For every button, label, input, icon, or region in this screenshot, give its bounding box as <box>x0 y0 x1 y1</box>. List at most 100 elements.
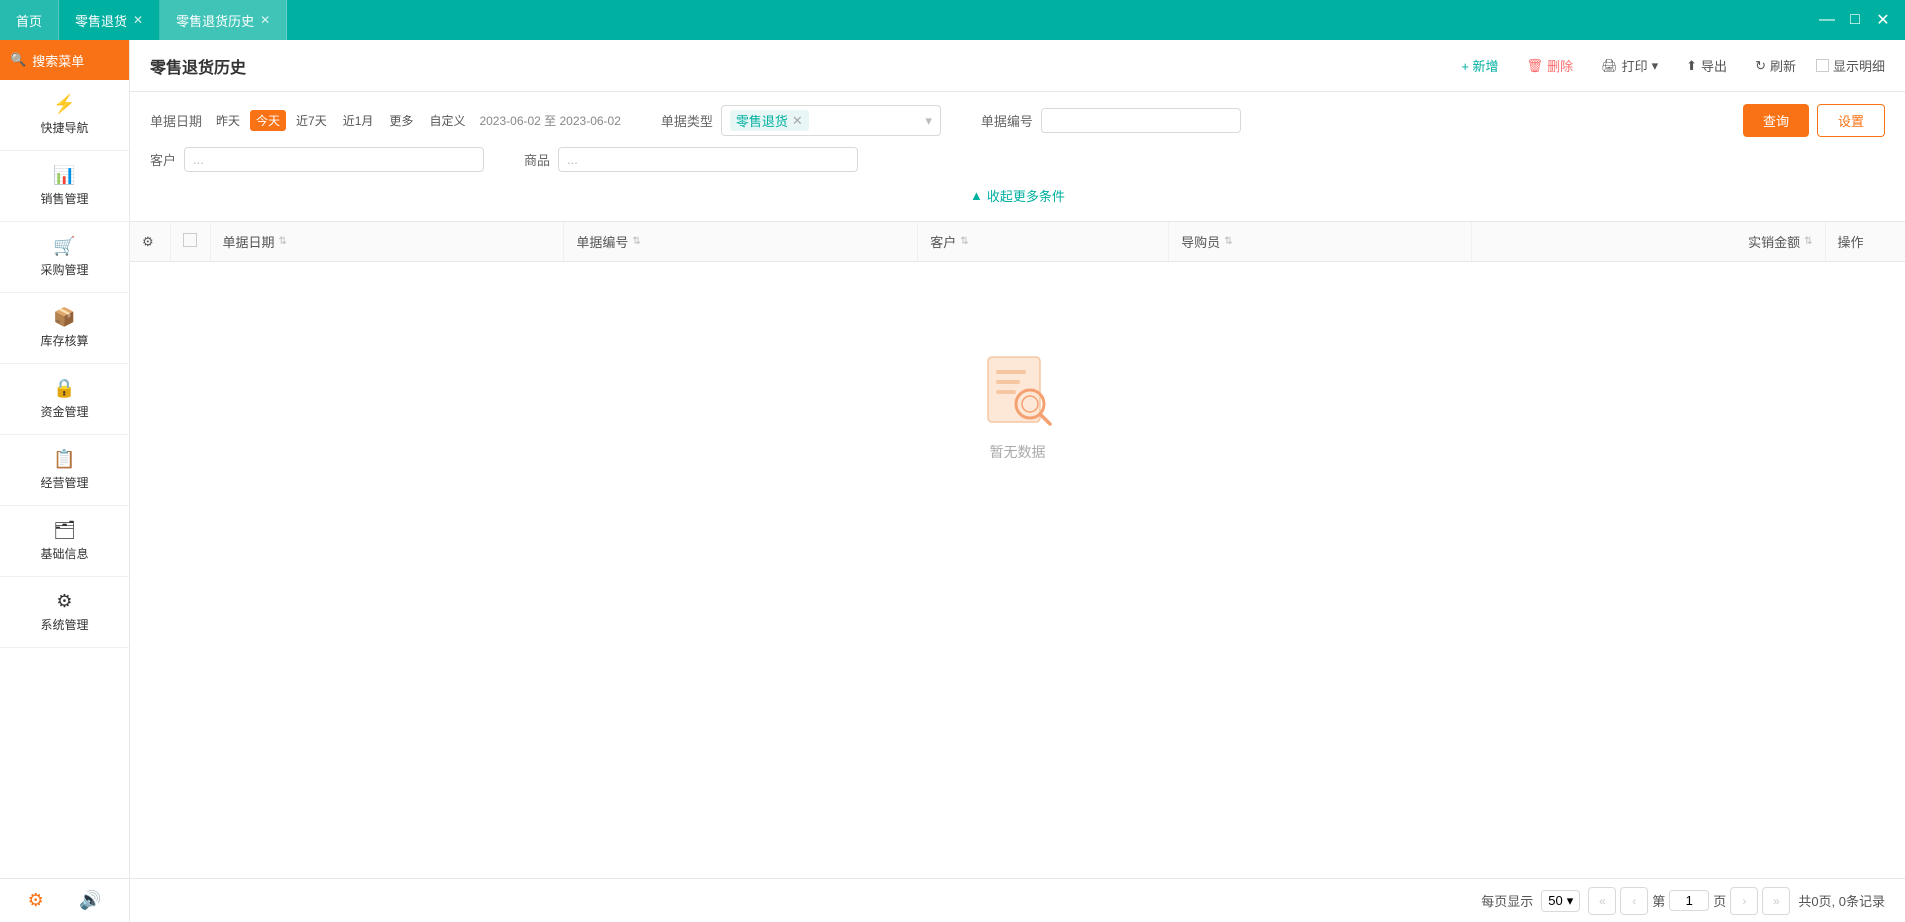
filter-row-2: 客户 ... 商品 ... <box>150 147 1885 172</box>
sidebar-item-finance-mgmt[interactable]: 🔒 资金管理 <box>0 364 129 435</box>
th-guide-sort[interactable]: ⇅ <box>1224 236 1232 247</box>
new-button[interactable]: + 新增 <box>1453 52 1506 79</box>
sidebar-item-sales-mgmt-label: 销售管理 <box>40 190 88 207</box>
operations-mgmt-icon: 📋 <box>53 449 75 470</box>
select-all-checkbox[interactable] <box>183 233 197 247</box>
export-button[interactable]: ⬆ 导出 <box>1678 52 1735 79</box>
th-action: 操作 <box>1825 222 1905 262</box>
th-number: 单据编号 ⇅ <box>564 222 918 262</box>
number-input[interactable] <box>1041 108 1241 133</box>
th-guide: 导购员 ⇅ <box>1169 222 1471 262</box>
page-unit: 页 <box>1713 891 1726 910</box>
goods-input[interactable]: ... <box>558 147 858 172</box>
table-header: ⚙ 单据日期 ⇅ 单据编号 <box>130 222 1905 262</box>
per-page-chevron: ▾ <box>1567 893 1574 909</box>
tab-retail-return-history-close[interactable]: ✕ <box>260 13 270 27</box>
date-btn-yesterday[interactable]: 昨天 <box>210 110 246 131</box>
sidebar-item-operations-mgmt[interactable]: 📋 经营管理 <box>0 435 129 506</box>
tab-retail-return[interactable]: 零售退货 ✕ <box>59 0 160 40</box>
sidebar-item-quick-nav[interactable]: ⚡ 快捷导航 <box>0 80 129 151</box>
date-btn-custom[interactable]: 自定义 <box>423 110 471 131</box>
sidebar-item-operations-mgmt-label: 经营管理 <box>40 474 88 491</box>
sidebar-item-base-info-label: 基础信息 <box>40 545 88 562</box>
first-page-button[interactable]: « <box>1588 887 1616 915</box>
type-select-chevron: ▾ <box>925 113 932 129</box>
sidebar: 🔍 搜索菜单 ⚡ 快捷导航 📊 销售管理 🛒 采购管理 📦 库存核算 🔒 <box>0 40 130 922</box>
th-customer-sort[interactable]: ⇅ <box>960 236 968 247</box>
date-filter-label: 单据日期 <box>150 111 202 130</box>
date-btn-7days[interactable]: 近7天 <box>290 110 333 131</box>
table-body: 暂无数据 <box>130 262 1905 543</box>
sidebar-item-sales-mgmt[interactable]: 📊 销售管理 <box>0 151 129 222</box>
date-filter-field: 单据日期 昨天 今天 近7天 近1月 更多 自定义 2023-06-02 至 2… <box>150 110 621 131</box>
show-detail-toggle[interactable]: 显示明细 <box>1816 56 1885 75</box>
show-detail-checkbox[interactable] <box>1816 59 1829 72</box>
date-btn-more[interactable]: 更多 <box>383 110 419 131</box>
tab-retail-return-label: 零售退货 <box>75 11 127 30</box>
number-filter-field: 单据编号 <box>981 108 1241 133</box>
delete-button[interactable]: 🗑 删除 <box>1519 52 1582 79</box>
filter-area: 单据日期 昨天 今天 近7天 近1月 更多 自定义 2023-06-02 至 2… <box>130 92 1905 222</box>
audio-footer-icon[interactable]: 🔊 <box>79 890 101 911</box>
prev-page-button[interactable]: ‹ <box>1620 887 1648 915</box>
sidebar-item-inventory[interactable]: 📦 库存核算 <box>0 293 129 364</box>
th-number-sort[interactable]: ⇅ <box>632 236 640 247</box>
sidebar-search-label: 搜索菜单 <box>32 51 84 70</box>
sidebar-item-base-info[interactable]: 🗂 基础信息 <box>0 506 129 577</box>
minimize-button[interactable]: — <box>1817 11 1837 29</box>
tab-home[interactable]: 首页 <box>0 0 59 40</box>
refresh-button[interactable]: ↻ 刷新 <box>1747 52 1804 79</box>
per-page-value: 50 <box>1548 893 1562 908</box>
settings-footer-icon[interactable]: ⚙ <box>28 890 44 911</box>
settings-button[interactable]: 设置 <box>1817 104 1885 137</box>
sidebar-search[interactable]: 🔍 搜索菜单 <box>0 40 129 80</box>
sidebar-item-purchase-mgmt-label: 采购管理 <box>40 261 88 278</box>
print-chevron-icon: ▾ <box>1652 58 1659 74</box>
date-btn-1month[interactable]: 近1月 <box>337 110 380 131</box>
total-info: 共0页, 0条记录 <box>1798 891 1885 910</box>
date-filter-options: 昨天 今天 近7天 近1月 更多 自定义 <box>210 110 471 131</box>
system-mgmt-icon: ⚙ <box>56 591 72 612</box>
content-header: 零售退货历史 + 新增 🗑 删除 🖨 打印 ▾ ⬆ 导出 <box>130 40 1905 92</box>
th-customer-label: 客户 <box>930 232 956 251</box>
type-select[interactable]: 零售退货 ✕ ▾ <box>721 105 941 136</box>
type-tag-close[interactable]: ✕ <box>792 113 803 129</box>
query-button[interactable]: 查询 <box>1743 104 1809 137</box>
close-window-button[interactable]: ✕ <box>1873 10 1893 30</box>
collapse-button[interactable]: ▲ 收起更多条件 <box>150 182 1885 209</box>
customer-filter-label: 客户 <box>150 150 176 169</box>
settings-col-icon[interactable]: ⚙ <box>142 234 154 249</box>
sidebar-item-purchase-mgmt[interactable]: 🛒 采购管理 <box>0 222 129 293</box>
date-btn-today[interactable]: 今天 <box>250 110 286 131</box>
inventory-icon: 📦 <box>53 307 75 328</box>
quick-nav-icon: ⚡ <box>53 94 75 115</box>
table-header-row: ⚙ 单据日期 ⇅ 单据编号 <box>130 222 1905 262</box>
next-page-button[interactable]: › <box>1730 887 1758 915</box>
th-checkbox <box>170 222 210 262</box>
filter-row-1: 单据日期 昨天 今天 近7天 近1月 更多 自定义 2023-06-02 至 2… <box>150 104 1885 137</box>
per-page-select[interactable]: 50 ▾ <box>1541 890 1580 912</box>
type-filter-label: 单据类型 <box>661 111 713 130</box>
base-info-icon: 🗂 <box>53 520 76 541</box>
th-date-sort[interactable]: ⇅ <box>279 236 287 247</box>
print-button[interactable]: 🖨 打印 ▾ <box>1593 52 1666 79</box>
delete-button-label: 删除 <box>1547 56 1573 75</box>
maximize-button[interactable]: □ <box>1845 11 1865 29</box>
empty-state-icon <box>968 342 1068 442</box>
tab-retail-return-close[interactable]: ✕ <box>133 13 143 27</box>
customer-input[interactable]: ... <box>184 147 484 172</box>
tab-retail-return-history[interactable]: 零售退货历史 ✕ <box>160 0 287 40</box>
last-page-button[interactable]: » <box>1762 887 1790 915</box>
goods-filter-field: 商品 ... <box>524 147 858 172</box>
type-select-tags: 零售退货 ✕ <box>730 110 809 131</box>
page-label: 第 <box>1652 891 1665 910</box>
th-amount-sort[interactable]: ⇅ <box>1804 236 1812 247</box>
page-number-input[interactable] <box>1669 890 1709 911</box>
finance-mgmt-icon: 🔒 <box>53 378 75 399</box>
th-amount: 实销金额 ⇅ <box>1471 222 1825 262</box>
collapse-icon: ▲ <box>970 188 983 203</box>
goods-filter-label: 商品 <box>524 150 550 169</box>
table-wrapper: ⚙ 单据日期 ⇅ 单据编号 <box>130 222 1905 878</box>
sidebar-item-system-mgmt[interactable]: ⚙ 系统管理 <box>0 577 129 648</box>
top-bar: 首页 零售退货 ✕ 零售退货历史 ✕ — □ ✕ <box>0 0 1905 40</box>
